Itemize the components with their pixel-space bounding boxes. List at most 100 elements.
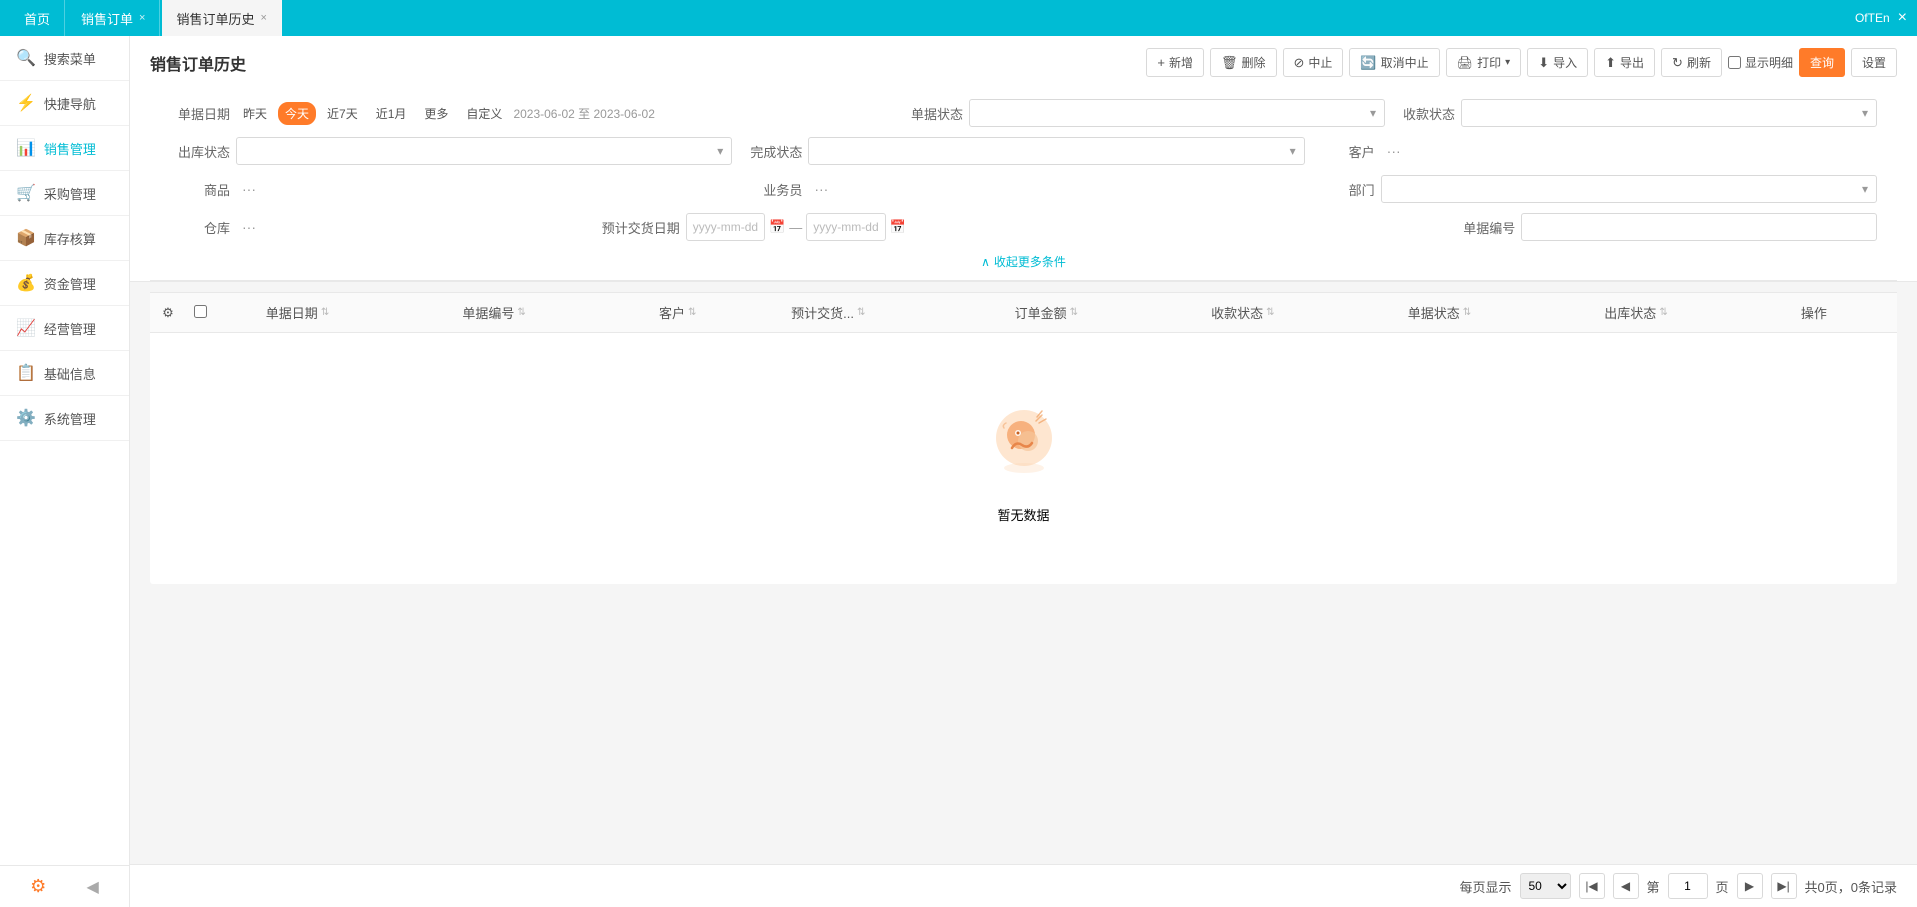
sort-order-date-icon[interactable]: ⇅	[321, 307, 329, 318]
calendar-end-icon[interactable]: 📅	[890, 219, 906, 235]
filter-order-no-item: 单据编号	[1455, 213, 1877, 241]
select-all-checkbox[interactable]	[194, 305, 207, 318]
calendar-start-icon[interactable]: 📅	[769, 219, 785, 235]
last-page-button[interactable]: ▶|	[1771, 873, 1797, 899]
page-size-select[interactable]: 50 10 20 100	[1520, 873, 1571, 899]
th-operation-label: 操作	[1801, 306, 1827, 321]
tab-home[interactable]: 首页	[10, 0, 65, 36]
salesperson-more-dots[interactable]: ···	[808, 179, 834, 199]
order-no-input[interactable]	[1521, 213, 1877, 241]
add-label: 新增	[1169, 54, 1193, 71]
sidebar: 🔍 搜索菜单 ⚡ 快捷导航 📊 销售管理 🛒 采购管理 📦 库存核算 💰 资金管…	[0, 36, 130, 907]
export-icon: ⬆	[1605, 55, 1616, 71]
date-dash: —	[789, 220, 802, 235]
delivery-date-start[interactable]: yyyy-mm-dd	[686, 213, 765, 241]
refresh-button[interactable]: ↻ 刷新	[1661, 48, 1722, 77]
stop-button[interactable]: ⊘ 中止	[1283, 48, 1344, 77]
import-icon: ⬇	[1538, 55, 1549, 71]
department-select[interactable]: ▾	[1381, 175, 1877, 203]
display-detail-checkbox[interactable]	[1728, 56, 1741, 69]
sort-expected-delivery-icon[interactable]: ⇅	[857, 307, 865, 318]
top-bar: 首页 销售订单 × 销售订单历史 × OfTEn ×	[0, 0, 1917, 36]
tab-sales-order[interactable]: 销售订单 ×	[67, 0, 160, 36]
sidebar-item-purchase-mgmt[interactable]: 🛒 采购管理	[0, 171, 129, 216]
sidebar-item-inventory[interactable]: 📦 库存核算	[0, 216, 129, 261]
th-order-date: 单据日期 ⇅	[258, 293, 455, 333]
date-btn-1month[interactable]: 近1月	[369, 102, 414, 125]
completion-status-select[interactable]: ▾	[808, 137, 1304, 165]
sidebar-item-operation[interactable]: 📈 经营管理	[0, 306, 129, 351]
sort-customer-icon[interactable]: ⇅	[688, 307, 696, 318]
filter-row-3: 商品 ··· 业务员 ··· 部门	[170, 175, 1877, 203]
sidebar-item-basic-info[interactable]: 📋 基础信息	[0, 351, 129, 396]
filter-delivery-date-control: yyyy-mm-dd 📅 — yyyy-mm-dd 📅	[686, 213, 1445, 241]
top-bar-often[interactable]: OfTEn	[1855, 11, 1890, 25]
filter-payment-status-item: 收款状态 ▾	[1395, 99, 1877, 127]
filter-customer-control: ···	[1381, 141, 1877, 161]
filter-product-control: ···	[236, 179, 732, 199]
collapse-bar[interactable]: ∧ 收起更多条件	[170, 251, 1877, 270]
print-arrow-icon: ▾	[1505, 57, 1510, 68]
next-page-button[interactable]: ▶	[1737, 873, 1763, 899]
delivery-date-end[interactable]: yyyy-mm-dd	[806, 213, 885, 241]
sidebar-settings-icon[interactable]: ⚙	[30, 876, 46, 897]
order-status-select[interactable]: ▾	[969, 99, 1385, 127]
sidebar-item-system-mgmt[interactable]: ⚙️ 系统管理	[0, 396, 129, 441]
sidebar-item-finance[interactable]: 💰 资金管理	[0, 261, 129, 306]
import-button[interactable]: ⬇ 导入	[1527, 48, 1588, 77]
sidebar-item-search-menu-label: 搜索菜单	[44, 49, 96, 68]
sort-order-no-icon[interactable]: ⇅	[517, 307, 525, 318]
th-customer: 客户 ⇅	[651, 293, 783, 333]
empty-area: 暂无数据	[150, 333, 1897, 584]
sort-payment-status-icon[interactable]: ⇅	[1266, 307, 1274, 318]
filter-outbound-item: 出库状态 ▾	[170, 137, 732, 165]
delete-button[interactable]: 🗑 删除	[1210, 48, 1277, 77]
customer-more-dots[interactable]: ···	[1381, 141, 1407, 161]
filter-order-status-label: 单据状态	[903, 104, 963, 123]
sort-outbound-status-icon[interactable]: ⇅	[1659, 307, 1667, 318]
filter-date-item: 单据日期 昨天 今天 近7天 近1月 更多 自定义 2023-06-02 至 2…	[170, 102, 893, 125]
top-bar-close[interactable]: ×	[1898, 9, 1907, 27]
date-btn-today[interactable]: 今天	[278, 102, 316, 125]
print-button[interactable]: 🖨 打印 ▾	[1446, 48, 1522, 77]
tab-sales-order-history[interactable]: 销售订单历史 ×	[162, 0, 281, 36]
date-btn-more[interactable]: 更多	[417, 102, 455, 125]
warehouse-more-dots[interactable]: ···	[236, 217, 262, 237]
date-btn-custom[interactable]: 自定义	[459, 102, 509, 125]
chevron-up-icon: ∧	[981, 255, 990, 269]
table-settings-icon[interactable]: ⚙	[162, 305, 174, 320]
purchase-mgmt-icon: 🛒	[16, 183, 36, 203]
payment-status-select[interactable]: ▾	[1461, 99, 1877, 127]
sidebar-collapse-icon[interactable]: ◀	[87, 877, 99, 897]
first-page-button[interactable]: |◀	[1579, 873, 1605, 899]
page-label: 页	[1716, 877, 1729, 896]
sort-order-status-icon[interactable]: ⇅	[1463, 307, 1471, 318]
cancel-stop-button[interactable]: 🔄 取消中止	[1349, 48, 1439, 77]
sidebar-item-quick-nav[interactable]: ⚡ 快捷导航	[0, 81, 129, 126]
date-btn-7days[interactable]: 近7天	[320, 102, 365, 125]
outbound-status-select[interactable]: ▾	[236, 137, 732, 165]
setting-button[interactable]: 设置	[1851, 48, 1897, 77]
basic-info-icon: 📋	[16, 363, 36, 383]
sort-order-amount-icon[interactable]: ⇅	[1070, 307, 1078, 318]
page-title-row: 销售订单历史 + 新增 🗑 删除 ⊘ 中止 🔄	[150, 48, 1897, 77]
tab-sales-order-history-close[interactable]: ×	[260, 12, 266, 24]
sidebar-item-operation-label: 经营管理	[44, 319, 96, 338]
add-button[interactable]: + 新增	[1146, 48, 1204, 77]
prev-page-button[interactable]: ◀	[1613, 873, 1639, 899]
sidebar-item-search-menu[interactable]: 🔍 搜索菜单	[0, 36, 129, 81]
delivery-date-start-placeholder: yyyy-mm-dd	[693, 220, 758, 234]
sidebar-item-sales-mgmt[interactable]: 📊 销售管理	[0, 126, 129, 171]
query-button[interactable]: 查询	[1799, 48, 1845, 77]
page-number-input[interactable]	[1668, 873, 1708, 899]
tab-sales-order-label: 销售订单	[81, 9, 133, 28]
refresh-icon: ↻	[1672, 55, 1683, 71]
product-more-dots[interactable]: ···	[236, 179, 262, 199]
th-payment-status: 收款状态 ⇅	[1203, 293, 1400, 333]
export-button[interactable]: ⬆ 导出	[1594, 48, 1655, 77]
filter-completion-control: ▾	[808, 137, 1304, 165]
tab-sales-order-close[interactable]: ×	[139, 12, 145, 24]
th-expected-delivery-label: 预计交货...	[791, 303, 854, 322]
payment-status-arrow-icon: ▾	[1862, 106, 1868, 120]
date-btn-yesterday[interactable]: 昨天	[236, 102, 274, 125]
